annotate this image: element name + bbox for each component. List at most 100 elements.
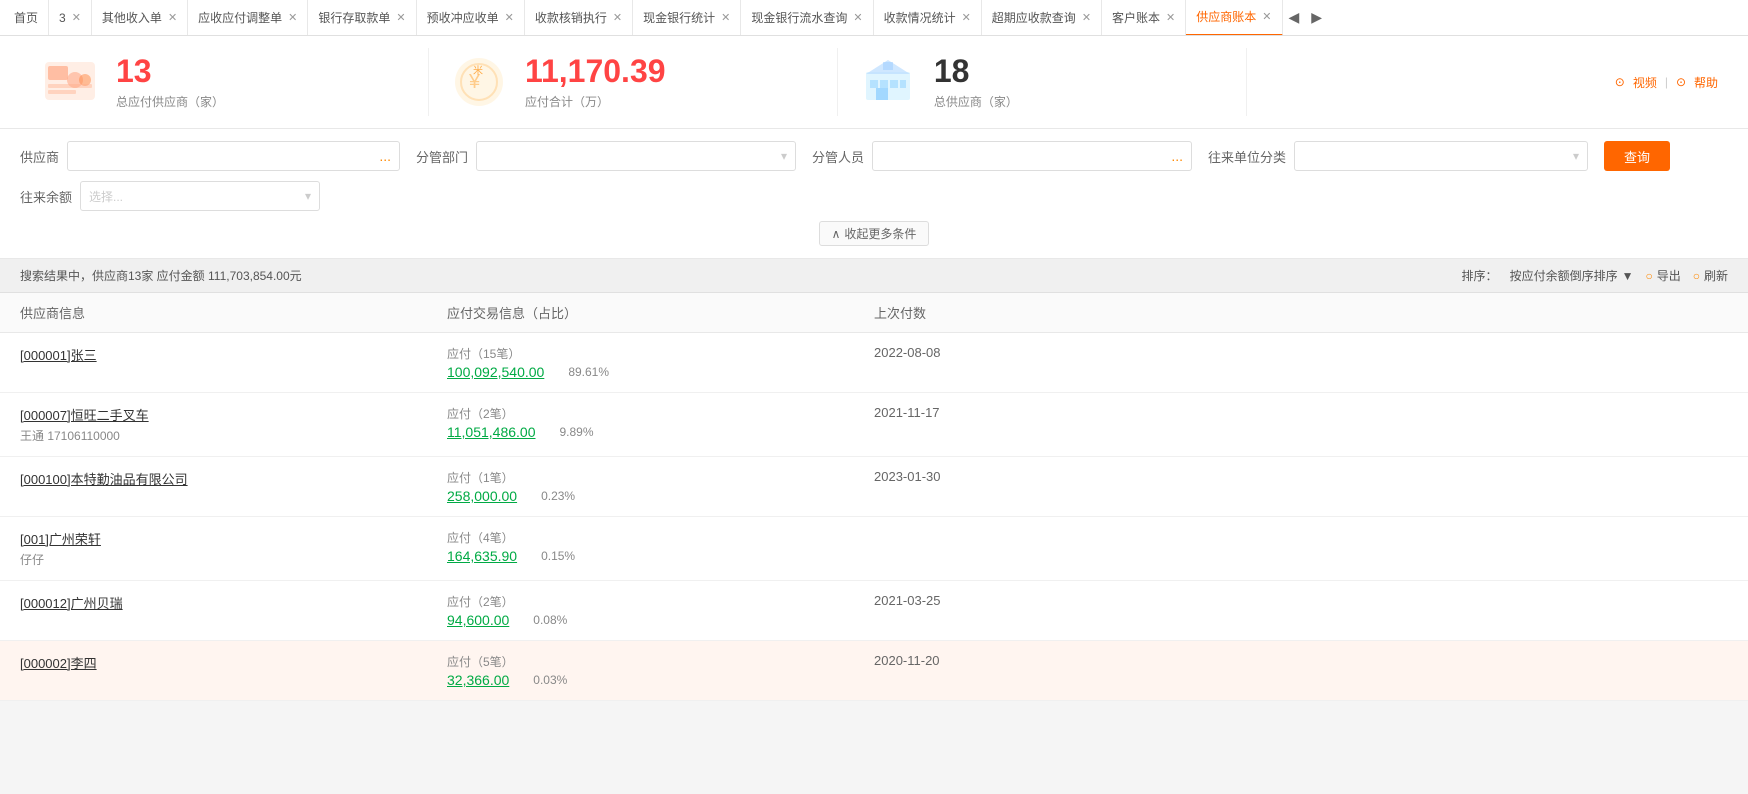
close-icon[interactable]: ✕ — [853, 11, 862, 24]
supplier-filter-label: 供应商 — [20, 147, 59, 166]
close-icon[interactable]: ✕ — [1082, 11, 1091, 24]
nav-tab-prepay-ar[interactable]: 预收冲应收单 ✕ — [417, 0, 525, 36]
supplier-input[interactable]: ... — [67, 141, 400, 171]
search-button[interactable]: 查询 — [1604, 141, 1670, 171]
nav-tab-cash-bank-stat[interactable]: 现金银行统计 ✕ — [633, 0, 741, 36]
transaction-amount[interactable]: 164,635.90 — [447, 548, 517, 564]
video-link[interactable]: ⊙ — [1615, 75, 1625, 89]
supplier-info-cell: [001]广州荣轩 仔仔 — [20, 529, 447, 568]
transaction-info-cell: 应付（4笔） 164,635.90 0.15% — [447, 529, 874, 564]
close-icon[interactable]: ✕ — [396, 11, 405, 24]
transaction-label: 应付（2笔） — [447, 405, 874, 422]
transaction-label: 应付（1笔） — [447, 469, 874, 486]
table-row: [000100]本特勤油品有限公司 应付（1笔） 258,000.00 0.23… — [0, 457, 1748, 517]
transaction-amount[interactable]: 258,000.00 — [447, 488, 517, 504]
summary-card1-info: 13 总应付供应商（家） — [116, 54, 224, 110]
nav-tab-receipt-verify-label: 收款核销执行 — [535, 9, 607, 26]
top-navigation: 首页 3 ✕ 其他收入单 ✕ 应收应付调整单 ✕ 银行存取款单 ✕ 预收冲应收单… — [0, 0, 1748, 36]
close-icon[interactable]: ✕ — [1262, 10, 1271, 23]
export-button[interactable]: ○ 导出 — [1645, 267, 1680, 284]
nav-tab-3-close[interactable]: ✕ — [72, 11, 81, 24]
dept-filter-label: 分管部门 — [416, 147, 468, 166]
close-icon[interactable]: ✕ — [168, 11, 177, 24]
transaction-amount[interactable]: 94,600.00 — [447, 612, 509, 628]
collapse-label: 收起更多条件 — [844, 225, 916, 242]
nav-tab-other-income-label: 其他收入单 — [102, 9, 162, 26]
supplier-link[interactable]: [000001]张三 — [20, 348, 97, 363]
close-icon[interactable]: ✕ — [962, 11, 971, 24]
close-icon[interactable]: ✕ — [288, 11, 297, 24]
supplier-link[interactable]: [000100]本特勤油品有限公司 — [20, 472, 188, 487]
transaction-details: 应付（5笔） 32,366.00 0.03% — [447, 653, 874, 688]
last-payment-date: 2021-11-17 — [874, 405, 940, 420]
last-payment-date: 2023-01-30 — [874, 469, 941, 484]
refresh-label: 刷新 — [1704, 267, 1728, 284]
balance-select[interactable]: 选择... ▾ — [80, 181, 320, 211]
transaction-amount[interactable]: 11,051,486.00 — [447, 424, 536, 440]
chevron-down-icon: ▾ — [781, 149, 787, 163]
supplier-link[interactable]: [001]广州荣轩 — [20, 532, 101, 547]
transaction-amount[interactable]: 100,092,540.00 — [447, 364, 544, 380]
close-icon[interactable]: ✕ — [1166, 11, 1175, 24]
nav-tab-receipt-stat[interactable]: 收款情况统计 ✕ — [874, 0, 982, 36]
nav-tab-ar-ap-adjust[interactable]: 应收应付调整单 ✕ — [188, 0, 308, 36]
video-label[interactable]: 视频 — [1633, 74, 1657, 91]
summary-card2-info: 11,170.39 应付合计（万） — [525, 54, 666, 110]
close-icon[interactable]: ✕ — [613, 11, 622, 24]
filter-balance: 往来余额 选择... ▾ — [20, 181, 320, 211]
summary-card3-label: 总供应商（家） — [934, 93, 1018, 110]
transaction-amount[interactable]: 32,366.00 — [447, 672, 509, 688]
nav-tab-other-income[interactable]: 其他收入单 ✕ — [92, 0, 188, 36]
transaction-percent: 0.23% — [541, 489, 575, 503]
supplier-dots-icon[interactable]: ... — [379, 148, 391, 164]
category-select[interactable]: ▾ — [1294, 141, 1588, 171]
nav-tab-home-label: 首页 — [14, 9, 38, 26]
close-icon[interactable]: ✕ — [505, 11, 514, 24]
person-dots-icon[interactable]: ... — [1171, 148, 1183, 164]
refresh-button[interactable]: ○ 刷新 — [1693, 267, 1728, 284]
nav-tab-overdue-ar[interactable]: 超期应收款查询 ✕ — [982, 0, 1102, 36]
category-filter-label: 往来单位分类 — [1208, 147, 1286, 166]
transaction-percent: 9.89% — [560, 425, 594, 439]
supplier-link[interactable]: [000012]广州贝瑞 — [20, 596, 123, 611]
nav-tab-cash-bank-flow[interactable]: 现金银行流水查询 ✕ — [741, 0, 873, 36]
transaction-details: 应付（1笔） 258,000.00 0.23% — [447, 469, 874, 504]
nav-tab-3[interactable]: 3 ✕ — [49, 0, 92, 36]
nav-tab-supplier-ledger[interactable]: 供应商账本 ✕ — [1186, 0, 1282, 36]
collapse-icon: ∧ — [832, 227, 841, 241]
supplier-link[interactable]: [000007]恒旺二手叉车 — [20, 408, 149, 423]
nav-tab-3-label: 3 — [59, 11, 66, 25]
balance-filter-label: 往来余额 — [20, 187, 72, 206]
dept-select[interactable]: ▾ — [476, 141, 796, 171]
nav-prev-arrow[interactable]: ◀ — [1283, 9, 1306, 26]
transaction-percent: 0.08% — [533, 613, 567, 627]
last-payment-cell: 2023-01-30 — [874, 469, 1301, 484]
transaction-details: 应付（2笔） 11,051,486.00 9.89% — [447, 405, 874, 440]
supplier-info-cell: [000001]张三 — [20, 345, 447, 364]
supplier-link[interactable]: [000002]李四 — [20, 656, 97, 671]
help-label[interactable]: 帮助 — [1694, 74, 1718, 91]
sort-button[interactable]: 按应付余额倒序排序 ▼ — [1510, 267, 1634, 284]
help-icon[interactable]: ⊙ — [1676, 75, 1686, 89]
table-row: [000012]广州贝瑞 应付（2笔） 94,600.00 0.08% 2021… — [0, 581, 1748, 641]
nav-next-arrow[interactable]: ▶ — [1305, 9, 1328, 26]
sort-value: 按应付余额倒序排序 — [1510, 267, 1618, 284]
nav-tab-cash-bank-stat-label: 现金银行统计 — [643, 9, 715, 26]
nav-tab-receipt-verify[interactable]: 收款核销执行 ✕ — [525, 0, 633, 36]
supplier-info-cell: [000100]本特勤油品有限公司 — [20, 469, 447, 488]
header-last-payment: 上次付数 — [874, 303, 1301, 322]
results-bar: 搜索结果中，供应商13家 应付金额 111,703,854.00元 排序： 按应… — [0, 259, 1748, 293]
supplier-pay-icon — [40, 52, 100, 112]
nav-tab-bank-deposit[interactable]: 银行存取款单 ✕ — [308, 0, 416, 36]
collapse-button[interactable]: ∧ 收起更多条件 — [819, 221, 930, 246]
data-table: 供应商信息 应付交易信息（占比） 上次付数 [000001]张三 应付（15笔）… — [0, 293, 1748, 701]
transaction-label: 应付（5笔） — [447, 653, 874, 670]
refresh-icon: ○ — [1693, 269, 1700, 283]
filter-dept: 分管部门 ▾ — [416, 141, 796, 171]
nav-tab-customer-ledger[interactable]: 客户账本 ✕ — [1102, 0, 1186, 36]
nav-tab-home[interactable]: 首页 — [4, 0, 49, 36]
person-input[interactable]: ... — [872, 141, 1192, 171]
close-icon[interactable]: ✕ — [721, 11, 730, 24]
header-supplier: 供应商信息 — [20, 303, 447, 322]
filter-row-2: 往来余额 选择... ▾ — [20, 181, 1728, 211]
